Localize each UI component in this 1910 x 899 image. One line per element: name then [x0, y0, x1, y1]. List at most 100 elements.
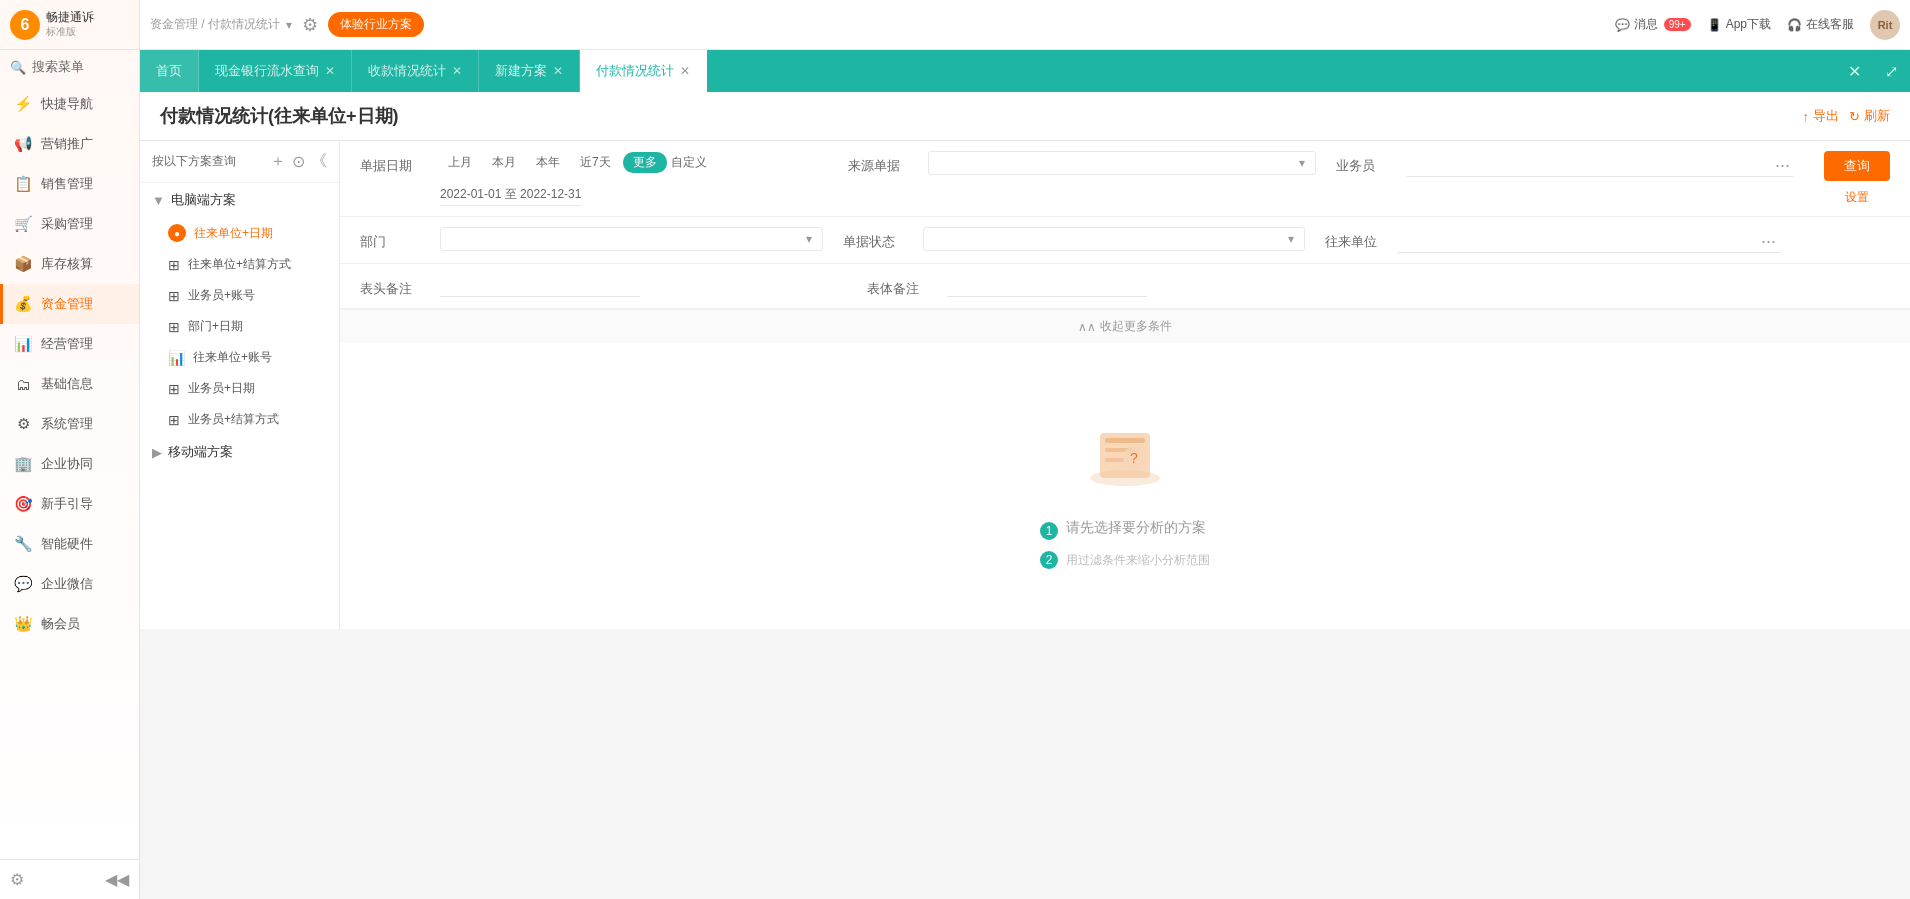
salesperson-dots[interactable]: ...	[1771, 151, 1794, 172]
source-filter-label: 来源单据	[848, 151, 908, 175]
table-body-note-input[interactable]	[947, 274, 1147, 297]
sidebar-item-purchase[interactable]: 🛒 采购管理	[0, 204, 139, 244]
receipt-status-select[interactable]: ▾	[923, 227, 1306, 251]
sidebar-item-hardware[interactable]: 🔧 智能硬件	[0, 524, 139, 564]
tab-payment[interactable]: 付款情况统计 ✕	[580, 50, 707, 92]
online-service-action[interactable]: 🎧 在线客服	[1787, 16, 1854, 33]
scheme-item-partner-account[interactable]: 📊 往来单位+账号	[140, 342, 339, 373]
tab-new-plan-close[interactable]: ✕	[553, 64, 563, 78]
sidebar-logo: 6 畅捷通诉 标准版	[0, 0, 139, 50]
date-tab-7days[interactable]: 近7天	[572, 151, 619, 174]
scheme-item-salesperson-date[interactable]: ⊞ 业务员+日期	[140, 373, 339, 404]
app-download-label: App下载	[1726, 16, 1771, 33]
tab-payment-label: 付款情况统计	[596, 62, 674, 80]
mobile-group-label: 移动端方案	[168, 443, 233, 461]
tip1-number: 1	[1040, 522, 1058, 540]
scheme-add-btn[interactable]: ＋	[270, 151, 286, 172]
date-more-btn[interactable]: 更多	[623, 152, 667, 173]
tab-close-all-btn[interactable]: ✕	[1836, 50, 1873, 92]
tab-home-label: 首页	[156, 62, 182, 80]
refresh-btn[interactable]: ↻ 刷新	[1849, 107, 1890, 125]
dept-select[interactable]: ▾	[440, 227, 823, 251]
sidebar-item-system[interactable]: ⚙ 系统管理	[0, 404, 139, 444]
message-label: 消息	[1634, 16, 1658, 33]
sidebar-item-quick-nav[interactable]: ⚡ 快捷导航	[0, 84, 139, 124]
date-tab-this-year[interactable]: 本年	[528, 151, 568, 174]
scheme-grid-icon-4: ⊞	[168, 381, 180, 397]
topbar-settings-icon[interactable]: ⚙	[302, 14, 318, 36]
topbar-left: 资金管理 / 付款情况统计 ▾ ⚙ 体验行业方案	[150, 12, 1615, 37]
collapse-sidebar-icon[interactable]: ◀◀	[105, 870, 129, 889]
sidebar-item-marketing[interactable]: 📢 营销推广	[0, 124, 139, 164]
date-range-value: 2022-01-01 至 2022-12-31	[440, 186, 581, 203]
sidebar-footer: ⚙ ◀◀	[0, 859, 139, 899]
settings-footer-icon[interactable]: ⚙	[10, 870, 24, 889]
sidebar-item-basic-info[interactable]: 🗂 基础信息	[0, 364, 139, 404]
topbar-dropdown-icon[interactable]: ▾	[286, 18, 292, 32]
logo-text: 畅捷通诉	[46, 10, 94, 26]
date-filter-value: 上月 本月 本年 近7天 更多 自定义 2022-01-01 至 2022-12…	[440, 151, 828, 206]
system-icon: ⚙	[13, 414, 33, 434]
scheme-collapse-btn[interactable]: 《	[311, 151, 327, 172]
page-title: 付款情况统计(往来单位+日期)	[160, 104, 399, 128]
filter-row-3: 表头备注 表体备注	[340, 264, 1910, 309]
avatar-initials: Rit	[1878, 19, 1893, 31]
sidebar-item-enterprise[interactable]: 🏢 企业协同	[0, 444, 139, 484]
tab-receive-label: 收款情况统计	[368, 62, 446, 80]
empty-illustration: ?	[1075, 403, 1175, 503]
source-select[interactable]: ▾	[928, 151, 1316, 175]
tab-home[interactable]: 首页	[140, 50, 199, 92]
sidebar-item-inventory[interactable]: 📦 库存核算	[0, 244, 139, 284]
trial-btn[interactable]: 体验行业方案	[328, 12, 424, 37]
service-icon: 🎧	[1787, 18, 1802, 32]
export-btn[interactable]: ↑ 导出	[1803, 107, 1840, 125]
sidebar-item-operation[interactable]: 📊 经营管理	[0, 324, 139, 364]
scheme-panel-actions: ＋ ⊙ 《	[270, 151, 327, 172]
scheme-item-partner-date[interactable]: ● 往来单位+日期	[140, 217, 339, 249]
message-action[interactable]: 💬 消息 99+	[1615, 16, 1691, 33]
message-badge: 99+	[1664, 18, 1691, 31]
scheme-item-partner-settlement[interactable]: ⊞ 往来单位+结算方式	[140, 249, 339, 280]
settings-link[interactable]: 设置	[1845, 189, 1869, 206]
date-tab-this-month[interactable]: 本月	[484, 151, 524, 174]
tab-receive-close[interactable]: ✕	[452, 64, 462, 78]
avatar[interactable]: Rit	[1870, 10, 1900, 40]
desktop-group-header[interactable]: ▼ 电脑端方案	[140, 183, 339, 217]
active-scheme-dot: ●	[168, 224, 186, 242]
date-tab-last-month[interactable]: 上月	[440, 151, 480, 174]
scheme-item-dept-date[interactable]: ⊞ 部门+日期	[140, 311, 339, 342]
tab-receive[interactable]: 收款情况统计 ✕	[352, 50, 479, 92]
scheme-grid-icon-3: ⊞	[168, 319, 180, 335]
partner-dots[interactable]: ...	[1757, 227, 1780, 248]
sidebar-item-fund[interactable]: 💰 资金管理	[0, 284, 139, 324]
tab-payment-close[interactable]: ✕	[680, 64, 690, 78]
guide-label: 新手引导	[41, 495, 93, 513]
scheme-item-salesperson-date-label: 业务员+日期	[188, 380, 255, 397]
sidebar-item-guide[interactable]: 🎯 新手引导	[0, 484, 139, 524]
search-menu-label: 搜索菜单	[32, 58, 84, 76]
app-download-action[interactable]: 📱 App下载	[1707, 16, 1771, 33]
scheme-item-salesperson-account[interactable]: ⊞ 业务员+账号	[140, 280, 339, 311]
tab-bank[interactable]: 现金银行流水查询 ✕	[199, 50, 352, 92]
collapse-filter-btn[interactable]: ∧∧ 收起更多条件	[340, 309, 1910, 343]
receipt-status-arrow: ▾	[1288, 232, 1294, 246]
query-btn[interactable]: 查询	[1824, 151, 1890, 181]
scheme-settings-btn[interactable]: ⊙	[292, 152, 305, 171]
date-custom-btn[interactable]: 自定义	[671, 154, 707, 171]
sidebar-item-sales[interactable]: 📋 销售管理	[0, 164, 139, 204]
table-header-note-label: 表头备注	[360, 274, 420, 298]
table-header-note-input[interactable]	[440, 274, 640, 297]
sidebar-item-wechat[interactable]: 💬 企业微信	[0, 564, 139, 604]
scheme-item-salesperson-settlement[interactable]: ⊞ 业务员+结算方式	[140, 404, 339, 435]
search-menu-item[interactable]: 🔍 搜索菜单	[0, 50, 139, 84]
purchase-icon: 🛒	[13, 214, 33, 234]
logo-text-area: 畅捷通诉 标准版	[46, 10, 94, 40]
fund-icon: 💰	[13, 294, 33, 314]
mobile-group-header[interactable]: ▶ 移动端方案	[140, 435, 339, 469]
desktop-group-label: 电脑端方案	[171, 191, 236, 209]
tab-expand-btn[interactable]: ⤢	[1873, 50, 1910, 92]
guide-icon: 🎯	[13, 494, 33, 514]
tab-new-plan[interactable]: 新建方案 ✕	[479, 50, 580, 92]
sidebar-item-membership[interactable]: 👑 畅会员	[0, 604, 139, 644]
tab-bank-close[interactable]: ✕	[325, 64, 335, 78]
